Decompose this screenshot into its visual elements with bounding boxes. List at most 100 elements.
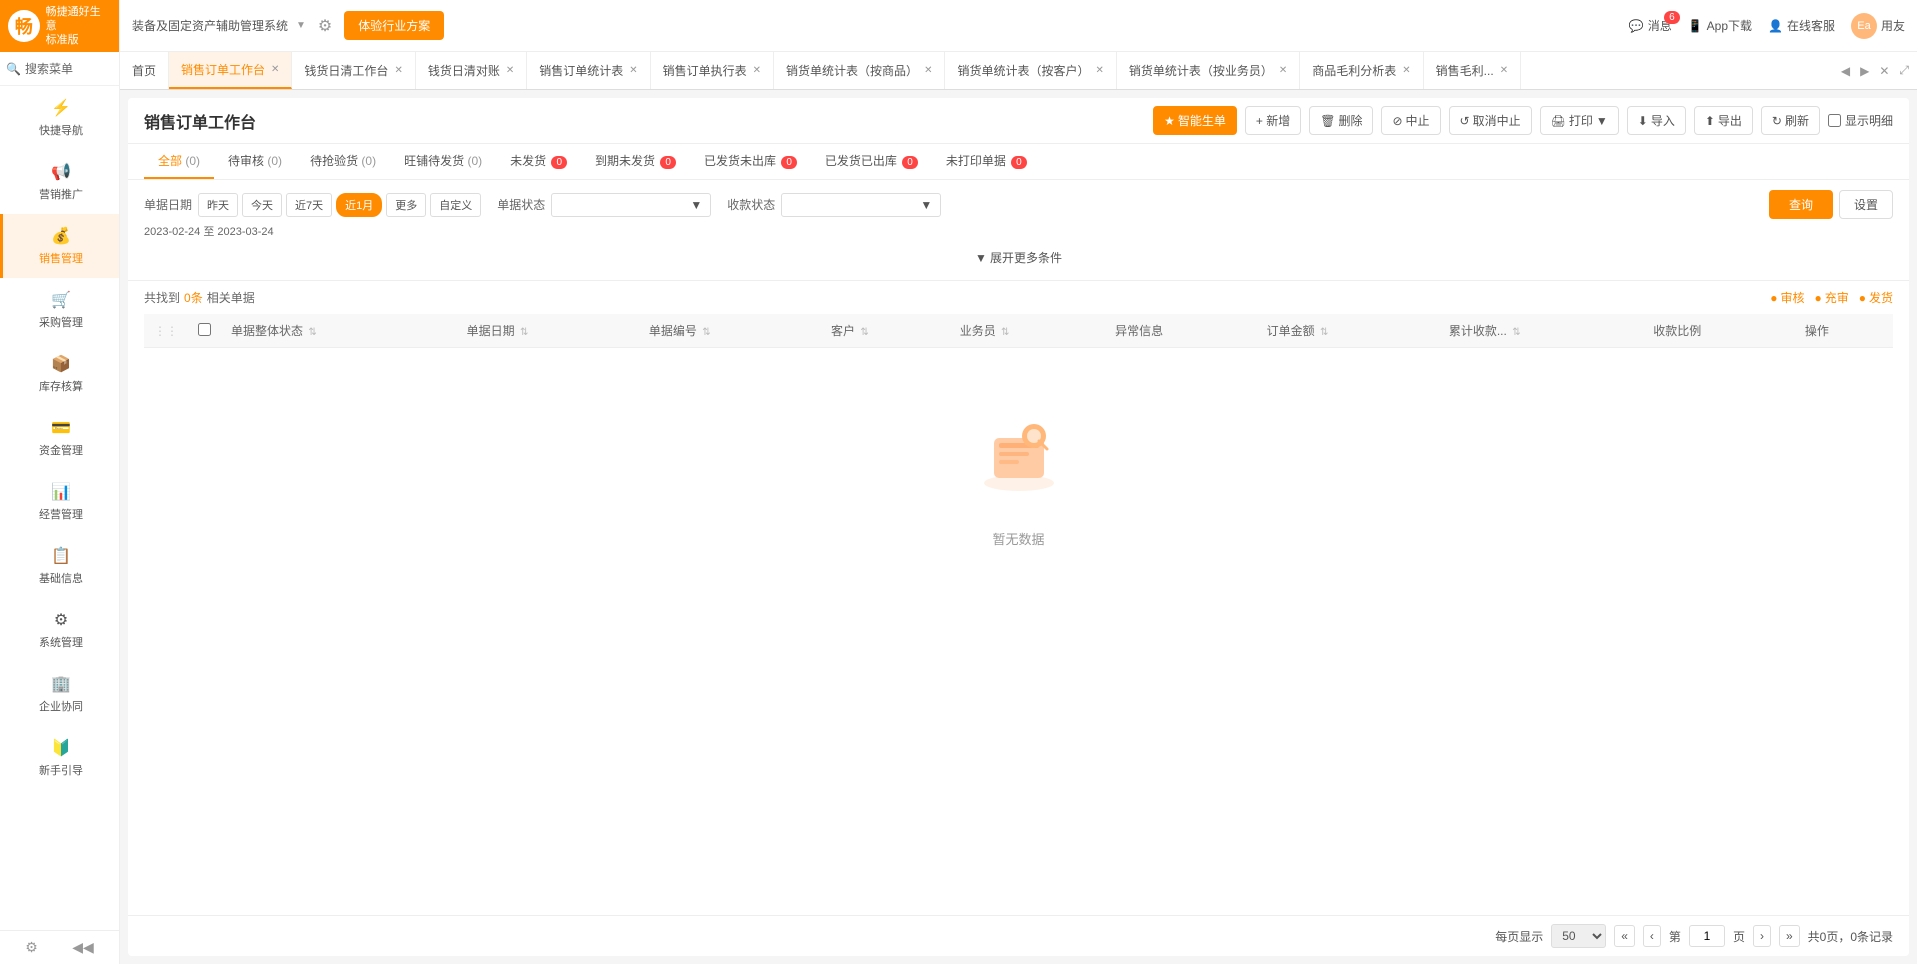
col-number[interactable]: 单据编号 ⇅ bbox=[639, 314, 821, 348]
message-action[interactable]: 💬 消息 6 bbox=[1629, 17, 1672, 34]
select-all-checkbox[interactable] bbox=[198, 323, 211, 336]
experience-button[interactable]: 体验行业方案 bbox=[344, 11, 444, 40]
expand-filter-button[interactable]: ▼ 展开更多条件 bbox=[967, 245, 1070, 270]
tab-scroll-left-icon[interactable]: ◀ bbox=[1837, 60, 1854, 82]
sub-tab-not-printed[interactable]: 未打印单据 0 bbox=[932, 144, 1041, 179]
tab-sales-stats-product[interactable]: 销货单统计表（按商品） ✕ bbox=[774, 52, 945, 89]
set-button[interactable]: 设置 bbox=[1839, 190, 1893, 219]
last-page-button[interactable]: » bbox=[1779, 925, 1800, 947]
date-custom-btn[interactable]: 自定义 bbox=[430, 193, 481, 217]
col-error: 异常信息 bbox=[1105, 314, 1257, 348]
tab-home[interactable]: 首页 bbox=[120, 52, 169, 89]
page-size-select[interactable]: 50 10 20 100 bbox=[1551, 924, 1606, 948]
tab-close-cash-daily[interactable]: ✕ bbox=[394, 65, 402, 76]
tab-sales-more[interactable]: 销售毛利... ✕ bbox=[1424, 52, 1521, 89]
add-button[interactable]: + 新增 bbox=[1245, 106, 1301, 135]
show-detail-checkbox-label[interactable]: 显示明细 bbox=[1828, 112, 1893, 129]
tab-close-cash-reconcile[interactable]: ✕ bbox=[506, 65, 514, 76]
smart-create-button[interactable]: ★ 智能生单 bbox=[1153, 106, 1237, 135]
online-service-action[interactable]: 👤 在线客服 bbox=[1768, 17, 1835, 34]
prev-page-button[interactable]: ‹ bbox=[1643, 925, 1661, 947]
tab-sales-exec[interactable]: 销售订单执行表 ✕ bbox=[651, 52, 774, 89]
tab-close-sales-more[interactable]: ✕ bbox=[1500, 65, 1508, 76]
tab-sales-stats[interactable]: 销售订单统计表 ✕ bbox=[527, 52, 650, 89]
tab-close-product-margin[interactable]: ✕ bbox=[1402, 65, 1410, 76]
sidebar-bottom: ⚙ ◀◀ bbox=[0, 930, 119, 964]
sub-tab-shipped-not-out[interactable]: 已发货未出库 0 bbox=[690, 144, 811, 179]
sub-tab-wangpu-pending[interactable]: 旺铺待发货 (0) bbox=[390, 144, 496, 179]
quick-audit-button[interactable]: ● 审核 bbox=[1770, 289, 1804, 306]
app-download-action[interactable]: 📱 App下载 bbox=[1688, 17, 1752, 34]
delete-button[interactable]: 🗑 删除 bbox=[1309, 106, 1373, 135]
collapse-icon[interactable]: ◀◀ bbox=[72, 939, 94, 956]
sub-tab-all[interactable]: 全部 (0) bbox=[144, 144, 214, 179]
first-page-button[interactable]: « bbox=[1614, 925, 1635, 947]
sidebar-item-sales[interactable]: 💰 销售管理 bbox=[0, 214, 119, 278]
sub-tab-overdue-not-shipped[interactable]: 到期未发货 0 bbox=[581, 144, 690, 179]
status-select[interactable]: ▼ bbox=[551, 193, 711, 217]
user-action[interactable]: Ea 用友 bbox=[1851, 13, 1905, 39]
stop-button[interactable]: ⊘ 中止 bbox=[1381, 106, 1440, 135]
sub-tab-shipped-out[interactable]: 已发货已出库 0 bbox=[811, 144, 932, 179]
refresh-button[interactable]: ↻ 刷新 bbox=[1761, 106, 1820, 135]
date-today-btn[interactable]: 今天 bbox=[242, 193, 282, 217]
sidebar-search[interactable]: 🔍 搜索菜单 bbox=[0, 52, 119, 86]
tab-sales-workbench[interactable]: 销售订单工作台 ✕ bbox=[169, 52, 292, 89]
tab-scroll-right-icon[interactable]: ▶ bbox=[1856, 60, 1873, 82]
tab-close-stats-staff[interactable]: ✕ bbox=[1279, 65, 1287, 76]
query-button[interactable]: 查询 bbox=[1769, 190, 1833, 219]
col-checkbox[interactable] bbox=[188, 314, 221, 348]
col-staff[interactable]: 业务员 ⇅ bbox=[950, 314, 1105, 348]
sidebar-item-finance[interactable]: 💳 资金管理 bbox=[0, 406, 119, 470]
sidebar-item-operations[interactable]: 📊 经营管理 bbox=[0, 470, 119, 534]
sidebar-item-marketing[interactable]: 📢 营销推广 bbox=[0, 150, 119, 214]
print-button[interactable]: 🖨 打印 ▼ bbox=[1540, 106, 1619, 135]
col-amount[interactable]: 订单金额 ⇅ bbox=[1257, 314, 1439, 348]
export-button[interactable]: ⬆ 导出 bbox=[1694, 106, 1753, 135]
tab-cash-reconcile[interactable]: 钱货日清对账 ✕ bbox=[416, 52, 527, 89]
tab-close-stats-product[interactable]: ✕ bbox=[924, 65, 932, 76]
quick-cancel-audit-button[interactable]: ● 充审 bbox=[1814, 289, 1848, 306]
col-collected[interactable]: 累计收款... ⇅ bbox=[1439, 314, 1643, 348]
tab-close-all-icon[interactable]: ✕ bbox=[1875, 60, 1893, 82]
next-page-button[interactable]: › bbox=[1753, 925, 1771, 947]
payment-select[interactable]: ▼ bbox=[781, 193, 941, 217]
date-1month-btn[interactable]: 近1月 bbox=[336, 193, 382, 217]
shipped-not-out-badge: 0 bbox=[781, 156, 797, 169]
sidebar-item-basic-info[interactable]: 📋 基础信息 bbox=[0, 534, 119, 598]
quick-ship-button[interactable]: ● 发货 bbox=[1859, 289, 1893, 306]
show-detail-checkbox[interactable] bbox=[1828, 114, 1841, 127]
settings-icon[interactable]: ⚙ bbox=[25, 939, 38, 956]
count-link[interactable]: 0条 bbox=[184, 289, 203, 306]
cancel-stop-button[interactable]: ↺ 取消中止 bbox=[1449, 106, 1532, 135]
date-more-btn[interactable]: 更多 bbox=[386, 193, 426, 217]
sub-tab-pending-check[interactable]: 待抢验货 (0) bbox=[296, 144, 390, 179]
tab-close-sales-workbench[interactable]: ✕ bbox=[271, 64, 279, 75]
page-number-input[interactable] bbox=[1689, 925, 1725, 947]
tab-close-stats-customer[interactable]: ✕ bbox=[1095, 65, 1103, 76]
sidebar-item-guide[interactable]: 🔰 新手引导 bbox=[0, 726, 119, 790]
table-wrapper[interactable]: ⋮⋮ 单据整体状态 ⇅ 单据日期 bbox=[144, 314, 1893, 608]
tab-close-sales-stats[interactable]: ✕ bbox=[629, 65, 637, 76]
col-status[interactable]: 单据整体状态 ⇅ bbox=[221, 314, 457, 348]
gear-icon[interactable]: ⚙ bbox=[314, 12, 336, 40]
date-7days-btn[interactable]: 近7天 bbox=[286, 193, 332, 217]
tab-sales-stats-customer[interactable]: 销货单统计表（按客户） ✕ bbox=[945, 52, 1116, 89]
tab-close-sales-exec[interactable]: ✕ bbox=[753, 65, 761, 76]
sidebar-item-quick-nav[interactable]: ⚡ 快捷导航 bbox=[0, 86, 119, 150]
sidebar-item-system[interactable]: ⚙ 系统管理 bbox=[0, 598, 119, 662]
tab-maximize-icon[interactable]: ⤢ bbox=[1895, 59, 1913, 82]
sidebar-item-inventory[interactable]: 📦 库存核算 bbox=[0, 342, 119, 406]
tab-product-margin[interactable]: 商品毛利分析表 ✕ bbox=[1300, 52, 1423, 89]
tab-cash-daily[interactable]: 钱货日清工作台 ✕ bbox=[292, 52, 415, 89]
sub-tab-pending-review[interactable]: 待审核 (0) bbox=[214, 144, 296, 179]
sidebar-item-enterprise[interactable]: 🏢 企业协同 bbox=[0, 662, 119, 726]
marketing-icon: 📢 bbox=[51, 162, 71, 182]
col-date[interactable]: 单据日期 ⇅ bbox=[457, 314, 639, 348]
tab-sales-stats-staff[interactable]: 销货单统计表（按业务员） ✕ bbox=[1117, 52, 1300, 89]
col-customer[interactable]: 客户 ⇅ bbox=[821, 314, 950, 348]
import-button[interactable]: ⬇ 导入 bbox=[1627, 106, 1686, 135]
date-yesterday-btn[interactable]: 昨天 bbox=[198, 193, 238, 217]
sidebar-item-purchase[interactable]: 🛒 采购管理 bbox=[0, 278, 119, 342]
sub-tab-not-shipped[interactable]: 未发货 0 bbox=[496, 144, 581, 179]
